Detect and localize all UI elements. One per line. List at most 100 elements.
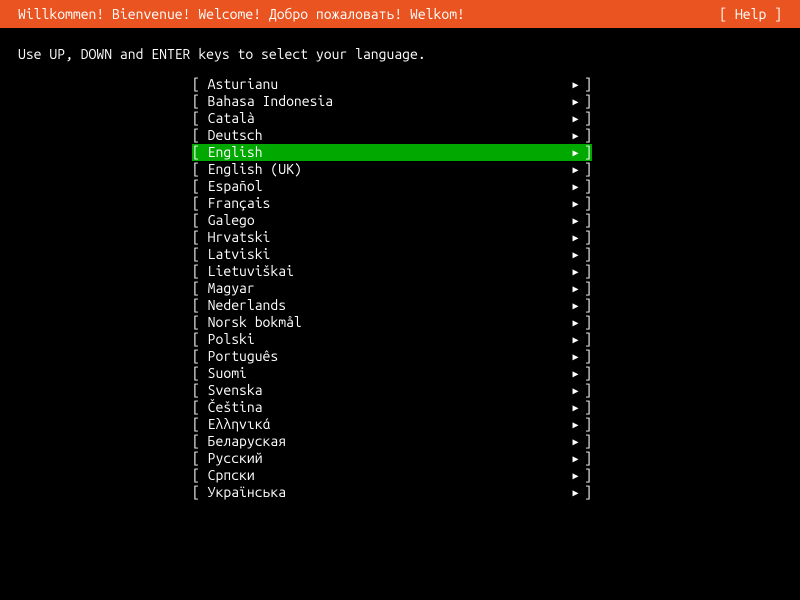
- bracket-open: [: [192, 297, 200, 314]
- bracket-close: ]: [584, 467, 592, 484]
- language-label: Nederlands: [200, 297, 573, 314]
- submenu-arrow-icon: ▶: [573, 229, 585, 246]
- submenu-arrow-icon: ▶: [573, 195, 585, 212]
- language-option[interactable]: [Ελληνικά▶]: [192, 416, 592, 433]
- language-label: Asturianu: [200, 76, 573, 93]
- bracket-close: ]: [584, 280, 592, 297]
- bracket-close: ]: [584, 76, 592, 93]
- submenu-arrow-icon: ▶: [573, 314, 585, 331]
- bracket-close: ]: [584, 365, 592, 382]
- language-option[interactable]: [Čeština▶]: [192, 399, 592, 416]
- language-label: Suomi: [200, 365, 573, 382]
- language-label: Galego: [200, 212, 573, 229]
- language-option[interactable]: [English▶]: [192, 144, 592, 161]
- submenu-arrow-icon: ▶: [573, 416, 585, 433]
- bracket-open: [: [192, 229, 200, 246]
- language-option[interactable]: [Galego▶]: [192, 212, 592, 229]
- language-option[interactable]: [Deutsch▶]: [192, 127, 592, 144]
- language-label: Polski: [200, 331, 573, 348]
- bracket-close: ]: [584, 297, 592, 314]
- submenu-arrow-icon: ▶: [573, 484, 585, 501]
- bracket-close: ]: [584, 331, 592, 348]
- language-option[interactable]: [Español▶]: [192, 178, 592, 195]
- language-option[interactable]: [Lietuviškai▶]: [192, 263, 592, 280]
- language-option[interactable]: [English (UK)▶]: [192, 161, 592, 178]
- bracket-open: [: [192, 76, 200, 93]
- bracket-open: [: [192, 246, 200, 263]
- language-option[interactable]: [Català▶]: [192, 110, 592, 127]
- bracket-close: ]: [584, 433, 592, 450]
- bracket-open: [: [192, 331, 200, 348]
- bracket-open: [: [192, 467, 200, 484]
- submenu-arrow-icon: ▶: [573, 365, 585, 382]
- submenu-arrow-icon: ▶: [573, 348, 585, 365]
- language-label: Hrvatski: [200, 229, 573, 246]
- language-label: Latviski: [200, 246, 573, 263]
- language-option[interactable]: [Hrvatski▶]: [192, 229, 592, 246]
- bracket-open: [: [192, 484, 200, 501]
- language-option[interactable]: [Polski▶]: [192, 331, 592, 348]
- language-option[interactable]: [Français▶]: [192, 195, 592, 212]
- bracket-open: [: [192, 263, 200, 280]
- language-label: Русский: [200, 450, 573, 467]
- language-label: Español: [200, 178, 573, 195]
- bracket-open: [: [192, 382, 200, 399]
- language-option[interactable]: [Bahasa Indonesia▶]: [192, 93, 592, 110]
- bracket-close: ]: [584, 212, 592, 229]
- bracket-open: [: [192, 450, 200, 467]
- submenu-arrow-icon: ▶: [573, 433, 585, 450]
- language-label: Svenska: [200, 382, 573, 399]
- bracket-close: ]: [584, 314, 592, 331]
- language-option[interactable]: [Asturianu▶]: [192, 76, 592, 93]
- help-button[interactable]: [ Help ]: [719, 6, 782, 22]
- language-label: English (UK): [200, 161, 573, 178]
- submenu-arrow-icon: ▶: [573, 212, 585, 229]
- submenu-arrow-icon: ▶: [573, 178, 585, 195]
- bracket-close: ]: [584, 484, 592, 501]
- language-label: Magyar: [200, 280, 573, 297]
- submenu-arrow-icon: ▶: [573, 110, 585, 127]
- language-option[interactable]: [Русский▶]: [192, 450, 592, 467]
- submenu-arrow-icon: ▶: [573, 450, 585, 467]
- bracket-close: ]: [584, 382, 592, 399]
- bracket-open: [: [192, 280, 200, 297]
- language-label: Català: [200, 110, 573, 127]
- submenu-arrow-icon: ▶: [573, 382, 585, 399]
- language-label: Lietuviškai: [200, 263, 573, 280]
- language-option[interactable]: [Latviski▶]: [192, 246, 592, 263]
- language-option[interactable]: [Svenska▶]: [192, 382, 592, 399]
- submenu-arrow-icon: ▶: [573, 297, 585, 314]
- language-label: Ελληνικά: [200, 416, 573, 433]
- bracket-open: [: [192, 365, 200, 382]
- bracket-close: ]: [584, 161, 592, 178]
- language-label: Norsk bokmål: [200, 314, 573, 331]
- submenu-arrow-icon: ▶: [573, 467, 585, 484]
- language-option[interactable]: [Српски▶]: [192, 467, 592, 484]
- bracket-close: ]: [584, 178, 592, 195]
- language-label: Bahasa Indonesia: [200, 93, 573, 110]
- bracket-open: [: [192, 93, 200, 110]
- language-option[interactable]: [Português▶]: [192, 348, 592, 365]
- bracket-open: [: [192, 314, 200, 331]
- bracket-open: [: [192, 433, 200, 450]
- language-option[interactable]: [Norsk bokmål▶]: [192, 314, 592, 331]
- language-option[interactable]: [Українська▶]: [192, 484, 592, 501]
- bracket-close: ]: [584, 110, 592, 127]
- bracket-close: ]: [584, 229, 592, 246]
- language-label: Deutsch: [200, 127, 573, 144]
- bracket-close: ]: [584, 93, 592, 110]
- submenu-arrow-icon: ▶: [573, 76, 585, 93]
- submenu-arrow-icon: ▶: [573, 127, 585, 144]
- bracket-open: [: [192, 348, 200, 365]
- submenu-arrow-icon: ▶: [573, 161, 585, 178]
- language-option[interactable]: [Magyar▶]: [192, 280, 592, 297]
- language-option[interactable]: [Suomi▶]: [192, 365, 592, 382]
- language-label: Српски: [200, 467, 573, 484]
- content-area: Use UP, DOWN and ENTER keys to select yo…: [0, 28, 800, 501]
- bracket-open: [: [192, 178, 200, 195]
- language-option[interactable]: [Беларуская▶]: [192, 433, 592, 450]
- bracket-open: [: [192, 127, 200, 144]
- language-option[interactable]: [Nederlands▶]: [192, 297, 592, 314]
- language-label: Français: [200, 195, 573, 212]
- bracket-close: ]: [584, 416, 592, 433]
